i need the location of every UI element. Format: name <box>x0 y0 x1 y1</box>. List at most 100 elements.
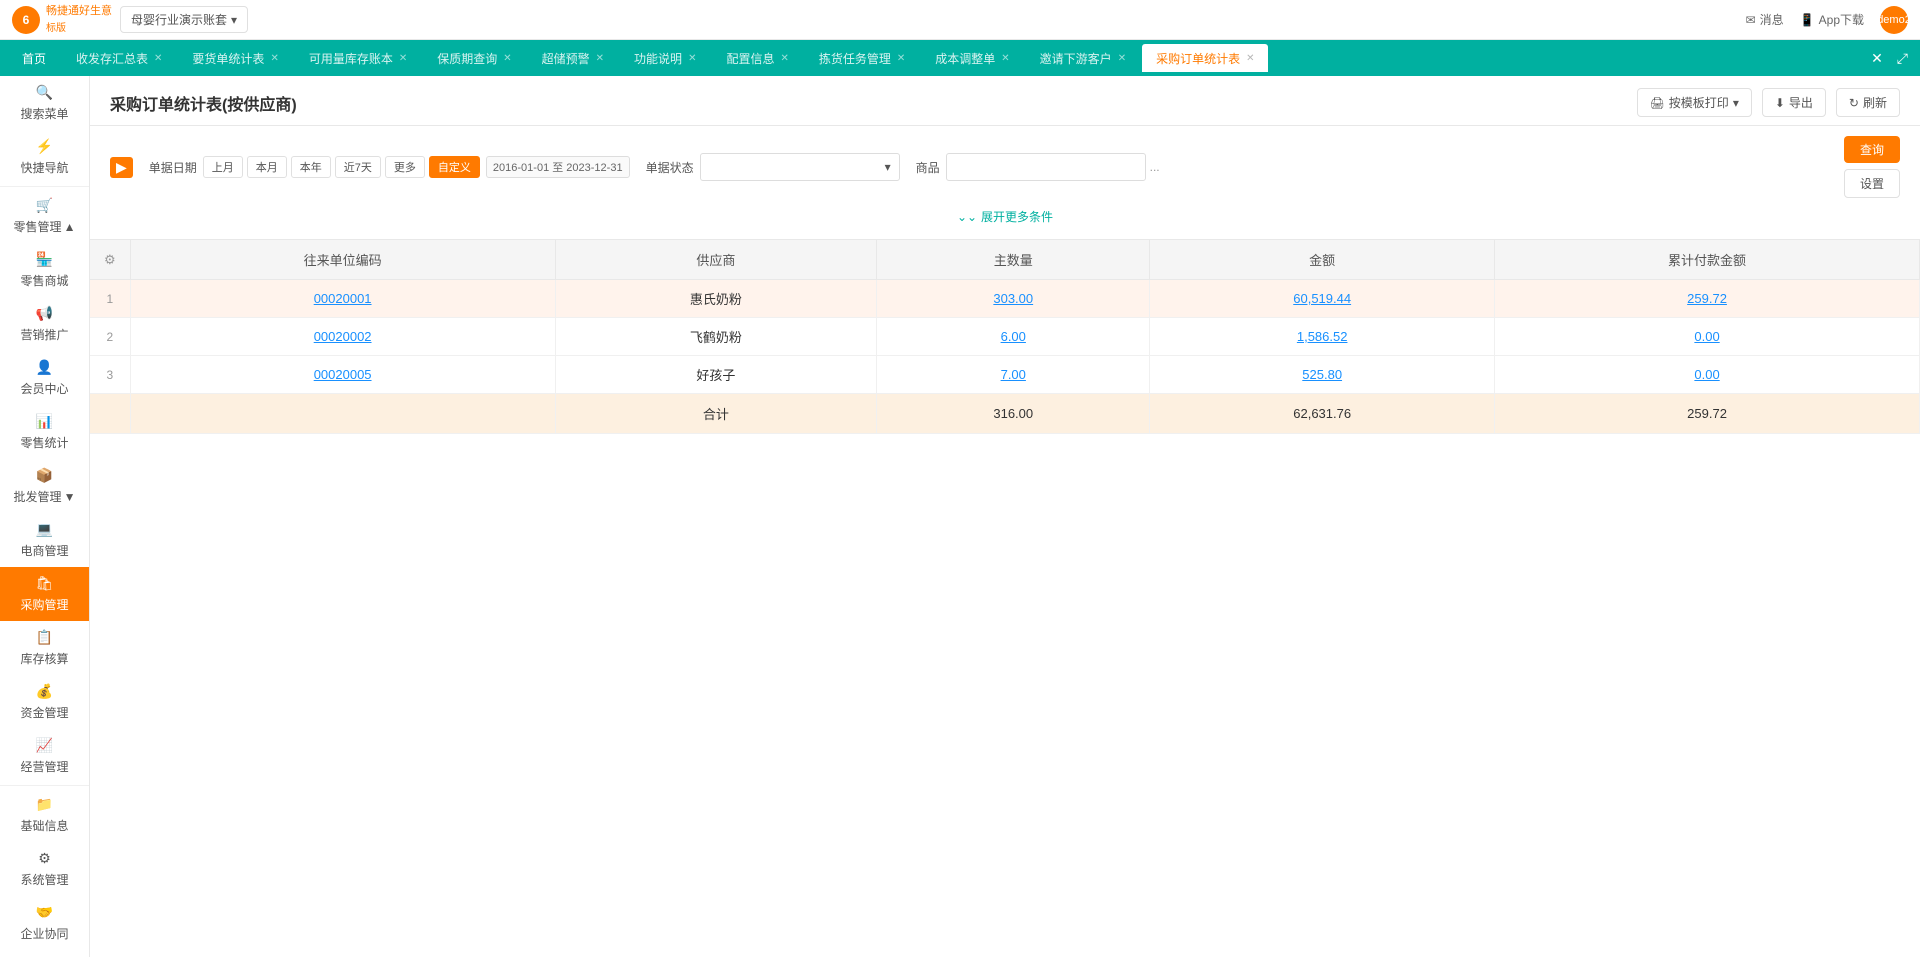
sidebar-item-search[interactable]: 🔍 搜索菜单 <box>0 76 89 130</box>
close-icon[interactable]: ✕ <box>596 53 604 64</box>
tab-function-desc[interactable]: 功能说明 ✕ <box>620 44 710 72</box>
tab-pick-task[interactable]: 拣货任务管理 ✕ <box>805 44 919 72</box>
date-filter: 单据日期 上月 本月 本年 近7天 更多 自定义 2016-01-01 至 20… <box>149 156 630 178</box>
close-icon[interactable]: ✕ <box>270 53 278 64</box>
amount-cell[interactable]: 525.80 <box>1150 356 1495 394</box>
col-qty: 主数量 <box>877 240 1150 280</box>
footer-paid: 259.72 <box>1495 394 1920 434</box>
avatar[interactable]: demo2 <box>1880 6 1908 34</box>
maximize-button[interactable]: ⤢ <box>1893 48 1912 69</box>
sidebar-item-quick-nav[interactable]: ⚡ 快捷导航 <box>0 130 89 184</box>
chart-icon: 📊 <box>36 413 53 430</box>
sidebar-item-system-mgmt[interactable]: ⚙ 系统管理 <box>0 842 89 896</box>
supplier-cell: 飞鹤奶粉 <box>555 318 877 356</box>
date-buttons: 上月 本月 本年 近7天 更多 自定义 <box>203 156 480 178</box>
date-range-display: 2016-01-01 至 2023-12-31 <box>486 156 630 178</box>
export-icon: ⬇ <box>1775 96 1785 110</box>
search-icon: 🔍 <box>36 84 53 101</box>
tab-config-info[interactable]: 配置信息 ✕ <box>712 44 802 72</box>
expand-toggle-button[interactable]: ▶ <box>110 157 133 178</box>
status-select[interactable]: ▾ <box>700 153 900 181</box>
tab-available-stock[interactable]: 可用量库存账本 ✕ <box>295 44 421 72</box>
trending-icon: 📈 <box>36 737 53 754</box>
shopping-icon: 🛍 <box>36 575 54 592</box>
sidebar-item-enterprise-collab[interactable]: 🤝 企业协同 <box>0 896 89 950</box>
sidebar-item-ops-mgmt[interactable]: 📈 经营管理 <box>0 729 89 783</box>
search-button[interactable]: 查询 <box>1844 136 1900 163</box>
sidebar-item-marketing[interactable]: 📢 营销推广 <box>0 297 89 351</box>
close-icon[interactable]: ✕ <box>897 53 905 64</box>
tab-home[interactable]: 首页 <box>8 44 60 72</box>
close-icon[interactable]: ✕ <box>1246 53 1254 64</box>
tab-cost-adjust[interactable]: 成本调整单 ✕ <box>921 44 1023 72</box>
sidebar-item-retail-mall[interactable]: 🏪 零售商城 <box>0 243 89 297</box>
table-header-row: ⚙ 往来单位编码 供应商 主数量 金额 累计付款金额 <box>90 240 1920 280</box>
sidebar-item-inventory-check[interactable]: 📋 库存核算 <box>0 621 89 675</box>
sidebar-item-ecommerce-mgmt[interactable]: 💻 电商管理 <box>0 513 89 567</box>
filter-row-1: ▶ 单据日期 上月 本月 本年 近7天 更多 自定义 2016-01-01 至 … <box>110 136 1900 198</box>
tab-expiry-query[interactable]: 保质期查询 ✕ <box>423 44 525 72</box>
sidebar-item-basic-info[interactable]: 📁 基础信息 <box>0 788 89 842</box>
sidebar-item-new-guide[interactable]: 🎯 新手引导 <box>0 950 89 957</box>
qty-cell[interactable]: 303.00 <box>877 280 1150 318</box>
table-row: 2 00020002 飞鹤奶粉 6.00 1,586.52 0.00 <box>90 318 1920 356</box>
code-cell[interactable]: 00020001 <box>130 280 555 318</box>
refresh-button[interactable]: ↻ 刷新 <box>1836 88 1900 117</box>
close-icon[interactable]: ✕ <box>154 53 162 64</box>
sidebar-item-retail-stats[interactable]: 📊 零售统计 <box>0 405 89 459</box>
message-button[interactable]: ✉ 消息 <box>1746 11 1784 28</box>
sidebar-item-retail-mgmt[interactable]: 🛒 零售管理 ▲ <box>0 189 89 243</box>
page-header-actions: 🖨 按模板打印 ▾ ⬇ 导出 ↻ 刷新 <box>1637 88 1900 117</box>
this-month-btn[interactable]: 本月 <box>247 156 287 178</box>
close-icon[interactable]: ✕ <box>780 53 788 64</box>
print-button[interactable]: 🖨 按模板打印 ▾ <box>1637 88 1752 117</box>
sidebar-item-purchase-mgmt[interactable]: 🛍 采购管理 <box>0 567 89 621</box>
more-date-btn[interactable]: 更多 <box>385 156 425 178</box>
close-icon[interactable]: ✕ <box>1001 53 1009 64</box>
workspace-selector[interactable]: 母婴行业演示账套 ▾ <box>120 6 248 33</box>
tab-purchase-order-stats[interactable]: 采购订单统计表 ✕ <box>1142 44 1268 72</box>
money-icon: 💰 <box>36 683 53 700</box>
expand-more-button[interactable]: ⌄⌄ 展开更多条件 <box>957 208 1053 225</box>
close-icon[interactable]: ✕ <box>1118 53 1126 64</box>
sidebar: 🔍 搜索菜单 ⚡ 快捷导航 🛒 零售管理 ▲ 🏪 零售商城 📢 营销推广 👤 会… <box>0 76 90 957</box>
paid-cell[interactable]: 0.00 <box>1495 318 1920 356</box>
paid-cell[interactable]: 259.72 <box>1495 280 1920 318</box>
this-year-btn[interactable]: 本年 <box>291 156 331 178</box>
custom-date-badge[interactable]: 自定义 <box>429 156 480 178</box>
last-7-days-btn[interactable]: 近7天 <box>335 156 381 178</box>
tab-receive-summary[interactable]: 收发存汇总表 ✕ <box>62 44 176 72</box>
close-window-button[interactable]: ✕ <box>1867 48 1887 69</box>
close-icon[interactable]: ✕ <box>688 53 696 64</box>
close-icon[interactable]: ✕ <box>503 53 511 64</box>
qty-cell[interactable]: 6.00 <box>877 318 1150 356</box>
tab-goods-stats[interactable]: 要货单统计表 ✕ <box>178 44 292 72</box>
table-row: 3 00020005 好孩子 7.00 525.80 0.00 <box>90 356 1920 394</box>
more-goods-btn[interactable]: ... <box>1150 160 1160 174</box>
settings-button[interactable]: 设置 <box>1844 169 1900 198</box>
amount-cell[interactable]: 1,586.52 <box>1150 318 1495 356</box>
last-month-btn[interactable]: 上月 <box>203 156 243 178</box>
amount-cell[interactable]: 60,519.44 <box>1150 280 1495 318</box>
goods-filter: 商品 ... <box>916 153 1160 181</box>
export-button[interactable]: ⬇ 导出 <box>1762 88 1826 117</box>
col-amount: 金额 <box>1150 240 1495 280</box>
tab-overstock-warning[interactable]: 超储预警 ✕ <box>528 44 618 72</box>
qty-cell[interactable]: 7.00 <box>877 356 1150 394</box>
printer-icon: 🖨 <box>1650 96 1665 110</box>
chevron-down-icon: ▼ <box>64 490 76 504</box>
app-download-button[interactable]: 📱 App下载 <box>1800 11 1864 28</box>
tab-invite-downstream[interactable]: 邀请下游客户 ✕ <box>1026 44 1140 72</box>
close-icon[interactable]: ✕ <box>399 53 407 64</box>
code-cell[interactable]: 00020005 <box>130 356 555 394</box>
goods-input[interactable] <box>946 153 1146 181</box>
code-cell[interactable]: 00020002 <box>130 318 555 356</box>
logo-area: 6 畅捷通好生意 标版 <box>12 5 112 33</box>
sidebar-item-finance-mgmt[interactable]: 💰 资金管理 <box>0 675 89 729</box>
sidebar-item-member-center[interactable]: 👤 会员中心 <box>0 351 89 405</box>
status-filter: 单据状态 ▾ <box>646 153 900 181</box>
page-header: 采购订单统计表(按供应商) 🖨 按模板打印 ▾ ⬇ 导出 ↻ 刷新 <box>90 76 1920 126</box>
sidebar-item-wholesale-mgmt[interactable]: 📦 批发管理 ▼ <box>0 459 89 513</box>
table-settings-icon[interactable]: ⚙ <box>104 252 116 267</box>
paid-cell[interactable]: 0.00 <box>1495 356 1920 394</box>
